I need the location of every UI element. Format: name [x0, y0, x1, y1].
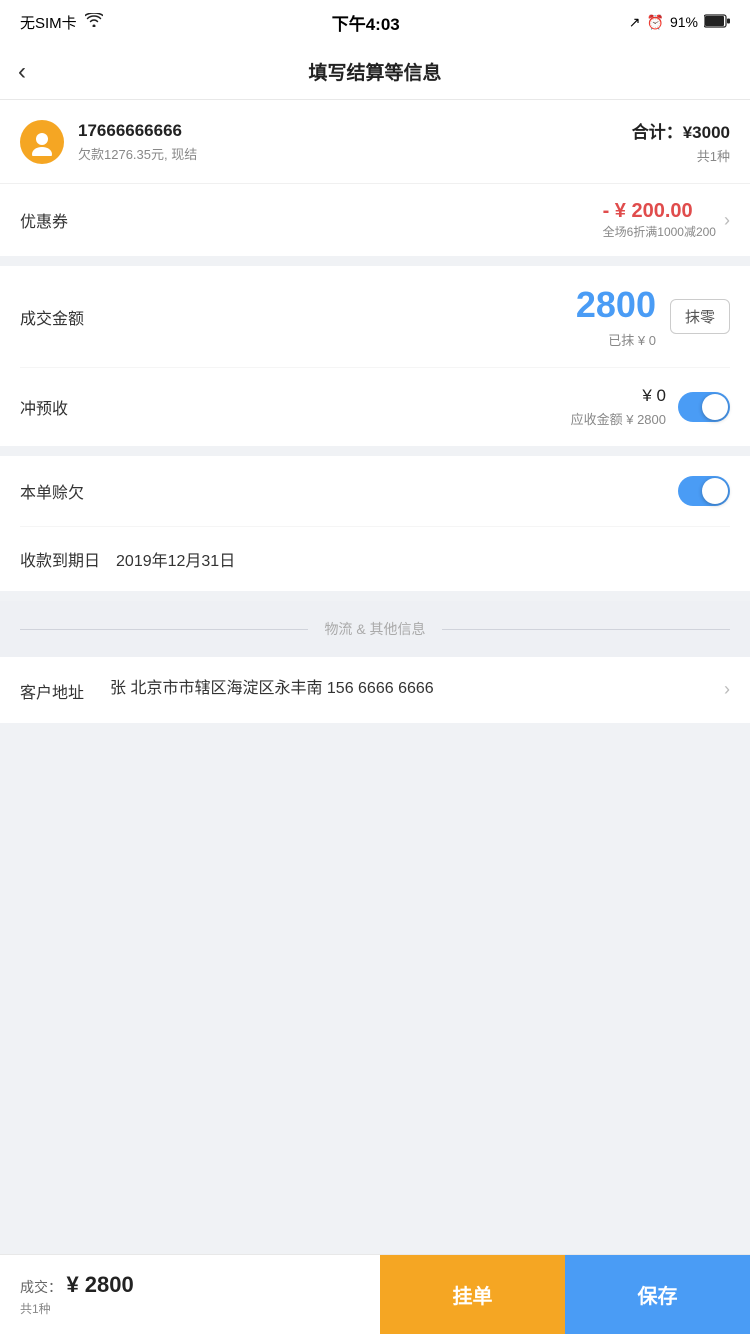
round-button[interactable]: 抹零 [670, 299, 730, 334]
amount-value: 2800 [576, 284, 656, 326]
user-phone: 17666666666 [78, 121, 632, 141]
bottom-summary-sub: 共1种 [20, 1300, 360, 1317]
amount-label: 成交金额 [20, 305, 84, 329]
prepay-value: ¥ 0 [571, 386, 666, 406]
prepay-sub: 应收金额 ¥ 2800 [571, 409, 666, 428]
total-sub: 共1种 [632, 146, 730, 165]
debt-section: 本单赊欠 收款到期日 2019年12月31日 [0, 456, 750, 591]
avatar [20, 120, 64, 164]
total-amount: 合计：¥3000 [632, 118, 730, 143]
debt-right [678, 476, 730, 506]
hang-button[interactable]: 挂单 [380, 1255, 565, 1334]
bottom-bar: 成交： ¥ 2800 共1种 挂单 保存 [0, 1254, 750, 1334]
address-row[interactable]: 客户地址 张 北京市市辖区海淀区永丰南 156 6666 6666 › [20, 657, 730, 723]
amount-erased: 已抹 ¥ 0 [576, 330, 656, 349]
prepay-toggle[interactable] [678, 392, 730, 422]
coupon-row[interactable]: 优惠券 - ¥ 200.00 全场6折满1000减200 › [0, 184, 750, 256]
amount-section: 成交金额 2800 已抹 ¥ 0 抹零 冲预收 ¥ 0 应收金额 ¥ 2800 [0, 266, 750, 446]
prepay-label: 冲预收 [20, 395, 68, 419]
coupon-desc: 全场6折满1000减200 [603, 223, 716, 240]
nav-bar: ‹ 填写结算等信息 [0, 44, 750, 100]
address-section: 客户地址 张 北京市市辖区海淀区永丰南 156 6666 6666 › [0, 657, 750, 723]
no-sim-label: 无SIM卡 [20, 12, 77, 33]
alarm-icon: ⏰ [647, 14, 664, 31]
status-right: ↗ ⏰ 91% [629, 14, 730, 31]
status-left: 无SIM卡 [20, 12, 103, 33]
wifi-icon [85, 13, 103, 31]
battery-label: 91% [670, 14, 698, 30]
due-date-row: 收款到期日 2019年12月31日 [20, 527, 730, 591]
status-bar: 无SIM卡 下午4:03 ↗ ⏰ 91% [0, 0, 750, 44]
main-content: 17666666666 欠款1276.35元, 现结 合计：¥3000 共1种 … [0, 100, 750, 983]
user-row: 17666666666 欠款1276.35元, 现结 合计：¥3000 共1种 [0, 100, 750, 184]
address-value: 张 北京市市辖区海淀区永丰南 156 6666 6666 [110, 677, 714, 701]
coupon-right: - ¥ 200.00 全场6折满1000减200 › [603, 200, 730, 240]
bottom-summary-amount: ¥ 2800 [66, 1272, 133, 1297]
logistics-divider: 物流 & 其他信息 [0, 601, 750, 657]
debt-row: 本单赊欠 [20, 456, 730, 527]
divider-line-left [20, 629, 308, 630]
user-info: 17666666666 欠款1276.35元, 现结 [78, 121, 632, 163]
user-sub: 欠款1276.35元, 现结 [78, 144, 632, 163]
debt-toggle[interactable] [678, 476, 730, 506]
save-button[interactable]: 保存 [565, 1255, 750, 1334]
user-total: 合计：¥3000 共1种 [632, 118, 730, 165]
address-chevron-icon: › [724, 677, 730, 700]
bottom-label-row: 成交： ¥ 2800 [20, 1272, 360, 1298]
prepay-row: 冲预收 ¥ 0 应收金额 ¥ 2800 [20, 368, 730, 446]
bottom-summary: 成交： ¥ 2800 共1种 [0, 1272, 380, 1317]
due-date-value: 2019年12月31日 [116, 547, 235, 571]
due-date-label: 收款到期日 [20, 547, 100, 571]
amount-row: 成交金额 2800 已抹 ¥ 0 抹零 [20, 266, 730, 368]
divider-text: 物流 & 其他信息 [324, 619, 425, 639]
amount-right: 2800 已抹 ¥ 0 抹零 [576, 284, 730, 349]
prepay-amount: ¥ 0 应收金额 ¥ 2800 [571, 386, 666, 428]
address-label: 客户地址 [20, 677, 100, 703]
bottom-summary-label: 成交： [20, 1279, 62, 1295]
back-button[interactable]: ‹ [18, 58, 26, 86]
battery-icon [704, 14, 730, 31]
user-info-card: 17666666666 欠款1276.35元, 现结 合计：¥3000 共1种 … [0, 100, 750, 256]
debt-label: 本单赊欠 [20, 479, 84, 503]
coupon-label: 优惠券 [20, 208, 603, 232]
divider-line-right [442, 629, 730, 630]
location-icon: ↗ [629, 14, 641, 31]
prepay-right: ¥ 0 应收金额 ¥ 2800 [571, 386, 730, 428]
empty-area [0, 733, 750, 893]
page-title: 填写结算等信息 [308, 58, 441, 85]
coupon-amount: - ¥ 200.00 [603, 200, 716, 223]
coupon-chevron-icon: › [724, 210, 730, 231]
status-time: 下午4:03 [332, 10, 400, 35]
